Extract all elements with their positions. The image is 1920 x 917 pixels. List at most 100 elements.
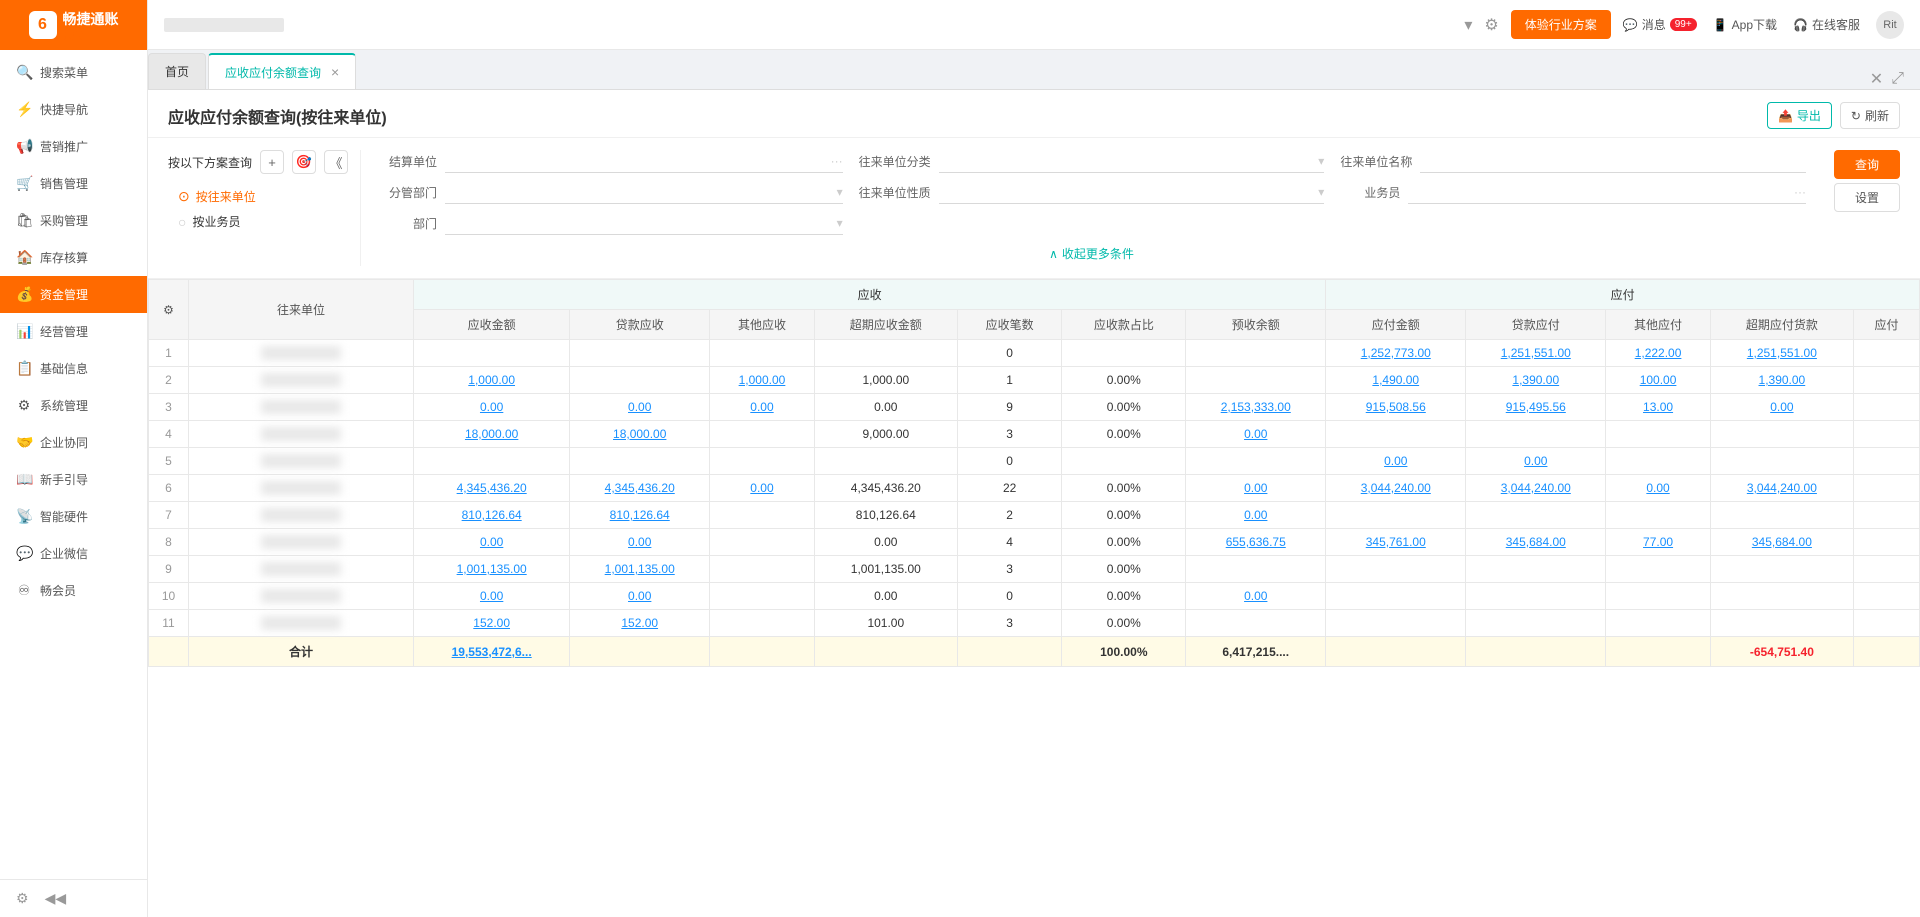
table-cell[interactable]: 1,000.00 [414, 367, 570, 394]
add-scheme-btn[interactable]: + [260, 150, 284, 174]
cell-link[interactable]: 0.00 [480, 589, 503, 603]
table-cell[interactable]: 0.00 [1326, 448, 1466, 475]
table-cell[interactable]: 0.00 [1186, 475, 1326, 502]
settings-header-cell[interactable]: ⚙ [149, 280, 189, 340]
query-button[interactable]: 查询 [1834, 150, 1900, 179]
table-cell[interactable]: 0.00 [1606, 475, 1711, 502]
cell-link[interactable]: 152.00 [621, 616, 658, 630]
table-cell[interactable]: 0.00 [1710, 394, 1853, 421]
table-cell[interactable] [1466, 610, 1606, 637]
cell-link[interactable]: 0.00 [1770, 400, 1793, 414]
table-cell[interactable]: 1,251,551.00 [1710, 340, 1853, 367]
cell-link[interactable]: 3,044,240.00 [1361, 481, 1431, 495]
header-gear-icon[interactable]: ⚙ [1484, 15, 1498, 35]
cell-link[interactable]: 0.00 [480, 400, 503, 414]
salesman-dots-icon[interactable]: ··· [1794, 185, 1806, 199]
table-cell[interactable]: 13.00 [1606, 394, 1711, 421]
tab-home[interactable]: 首页 [148, 53, 206, 89]
table-cell[interactable] [710, 610, 815, 637]
cell-link[interactable]: 152.00 [473, 616, 510, 630]
table-cell[interactable] [1710, 448, 1853, 475]
table-cell[interactable] [1326, 583, 1466, 610]
sidebar-item-0[interactable]: 🔍搜索菜单 [0, 54, 147, 91]
table-cell[interactable] [710, 448, 815, 475]
table-cell[interactable] [1606, 502, 1711, 529]
table-cell[interactable] [1710, 556, 1853, 583]
table-cell[interactable]: 0.00 [1186, 502, 1326, 529]
table-cell[interactable]: 810,126.64 [414, 502, 570, 529]
table-cell[interactable]: 655,636.75 [1186, 529, 1326, 556]
table-cell[interactable]: 3,044,240.00 [1466, 475, 1606, 502]
table-cell[interactable]: 0.00 [1186, 583, 1326, 610]
table-cell[interactable] [1326, 502, 1466, 529]
cell-link[interactable]: 0.00 [1244, 481, 1267, 495]
table-cell[interactable]: 0.00 [414, 529, 570, 556]
sidebar-item-10[interactable]: 🤝企业协同 [0, 424, 147, 461]
table-cell[interactable] [1466, 556, 1606, 583]
cell-link[interactable]: 345,761.00 [1366, 535, 1426, 549]
table-cell[interactable]: 1,001,135.00 [570, 556, 710, 583]
table-cell[interactable]: 345,684.00 [1710, 529, 1853, 556]
table-cell[interactable] [1186, 340, 1326, 367]
table-cell[interactable]: 0.00 [570, 583, 710, 610]
cell-link[interactable]: 915,495.56 [1506, 400, 1566, 414]
table-cell[interactable] [1186, 556, 1326, 583]
settlement-input[interactable] [445, 150, 843, 173]
table-cell[interactable] [1710, 421, 1853, 448]
table-cell[interactable]: 915,508.56 [1326, 394, 1466, 421]
table-cell[interactable] [1606, 448, 1711, 475]
table-cell[interactable]: 0.00 [710, 394, 815, 421]
table-cell[interactable] [1186, 448, 1326, 475]
cell-link[interactable]: 1,001,135.00 [457, 562, 527, 576]
scheme-item-salesman[interactable]: ○ 按业务员 [178, 209, 338, 234]
table-cell[interactable] [1466, 421, 1606, 448]
cell-link[interactable]: 0.00 [1524, 454, 1547, 468]
cell-link[interactable]: 4,345,436.20 [457, 481, 527, 495]
table-cell[interactable]: 2,153,333.00 [1186, 394, 1326, 421]
table-cell[interactable] [710, 556, 815, 583]
sidebar-item-6[interactable]: 💰资金管理 [0, 276, 147, 313]
table-cell[interactable]: 3,044,240.00 [1326, 475, 1466, 502]
sidebar-item-5[interactable]: 🏠库存核算 [0, 239, 147, 276]
table-cell[interactable]: 345,761.00 [1326, 529, 1466, 556]
table-cell[interactable]: 0.00 [710, 475, 815, 502]
table-cell[interactable] [1186, 610, 1326, 637]
cell-link[interactable]: 1,251,551.00 [1747, 346, 1817, 360]
sidebar-item-11[interactable]: 📖新手引导 [0, 461, 147, 498]
cell-link[interactable]: 2,153,333.00 [1221, 400, 1291, 414]
table-cell[interactable]: 4,345,436.20 [570, 475, 710, 502]
table-cell[interactable] [1326, 556, 1466, 583]
table-cell[interactable]: 0.00 [414, 394, 570, 421]
cell-link[interactable]: 0.00 [750, 400, 773, 414]
app-download-item[interactable]: 📱 App下载 [1713, 16, 1777, 33]
table-cell[interactable]: 915,495.56 [1466, 394, 1606, 421]
cell-link[interactable]: 0.00 [628, 400, 651, 414]
sidebar-item-3[interactable]: 🛒销售管理 [0, 165, 147, 202]
table-cell[interactable] [1466, 583, 1606, 610]
salesman-input[interactable] [1408, 181, 1806, 204]
table-cell[interactable] [1710, 502, 1853, 529]
cell-link[interactable]: 0.00 [750, 481, 773, 495]
cell-link[interactable]: 0.00 [1244, 589, 1267, 603]
cell-link[interactable]: 3,044,240.00 [1501, 481, 1571, 495]
sidebar-item-8[interactable]: 📋基础信息 [0, 350, 147, 387]
table-cell[interactable] [1710, 610, 1853, 637]
cell-link[interactable]: 13.00 [1643, 400, 1673, 414]
user-info[interactable]: Rit [1876, 11, 1904, 39]
cell-link[interactable]: 18,000.00 [613, 427, 666, 441]
table-cell[interactable]: 345,684.00 [1466, 529, 1606, 556]
cell-link[interactable]: 0.00 [1384, 454, 1407, 468]
dept-select[interactable]: ▾ [445, 181, 843, 204]
partner-name-input[interactable] [1420, 150, 1806, 173]
table-cell[interactable]: 18,000.00 [414, 421, 570, 448]
cell-link[interactable]: 1,490.00 [1372, 373, 1419, 387]
table-cell[interactable]: 3,044,240.00 [1710, 475, 1853, 502]
table-cell[interactable]: 152.00 [570, 610, 710, 637]
table-cell[interactable]: 0.00 [570, 394, 710, 421]
export-button[interactable]: 📤 导出 [1767, 102, 1832, 129]
tab-receivables[interactable]: 应收应付余额查询 × [208, 53, 356, 89]
table-cell[interactable]: 152.00 [414, 610, 570, 637]
collapse-filter-btn[interactable]: ∧ 收起更多条件 [377, 241, 1806, 266]
table-cell[interactable] [1466, 502, 1606, 529]
table-cell[interactable] [414, 448, 570, 475]
